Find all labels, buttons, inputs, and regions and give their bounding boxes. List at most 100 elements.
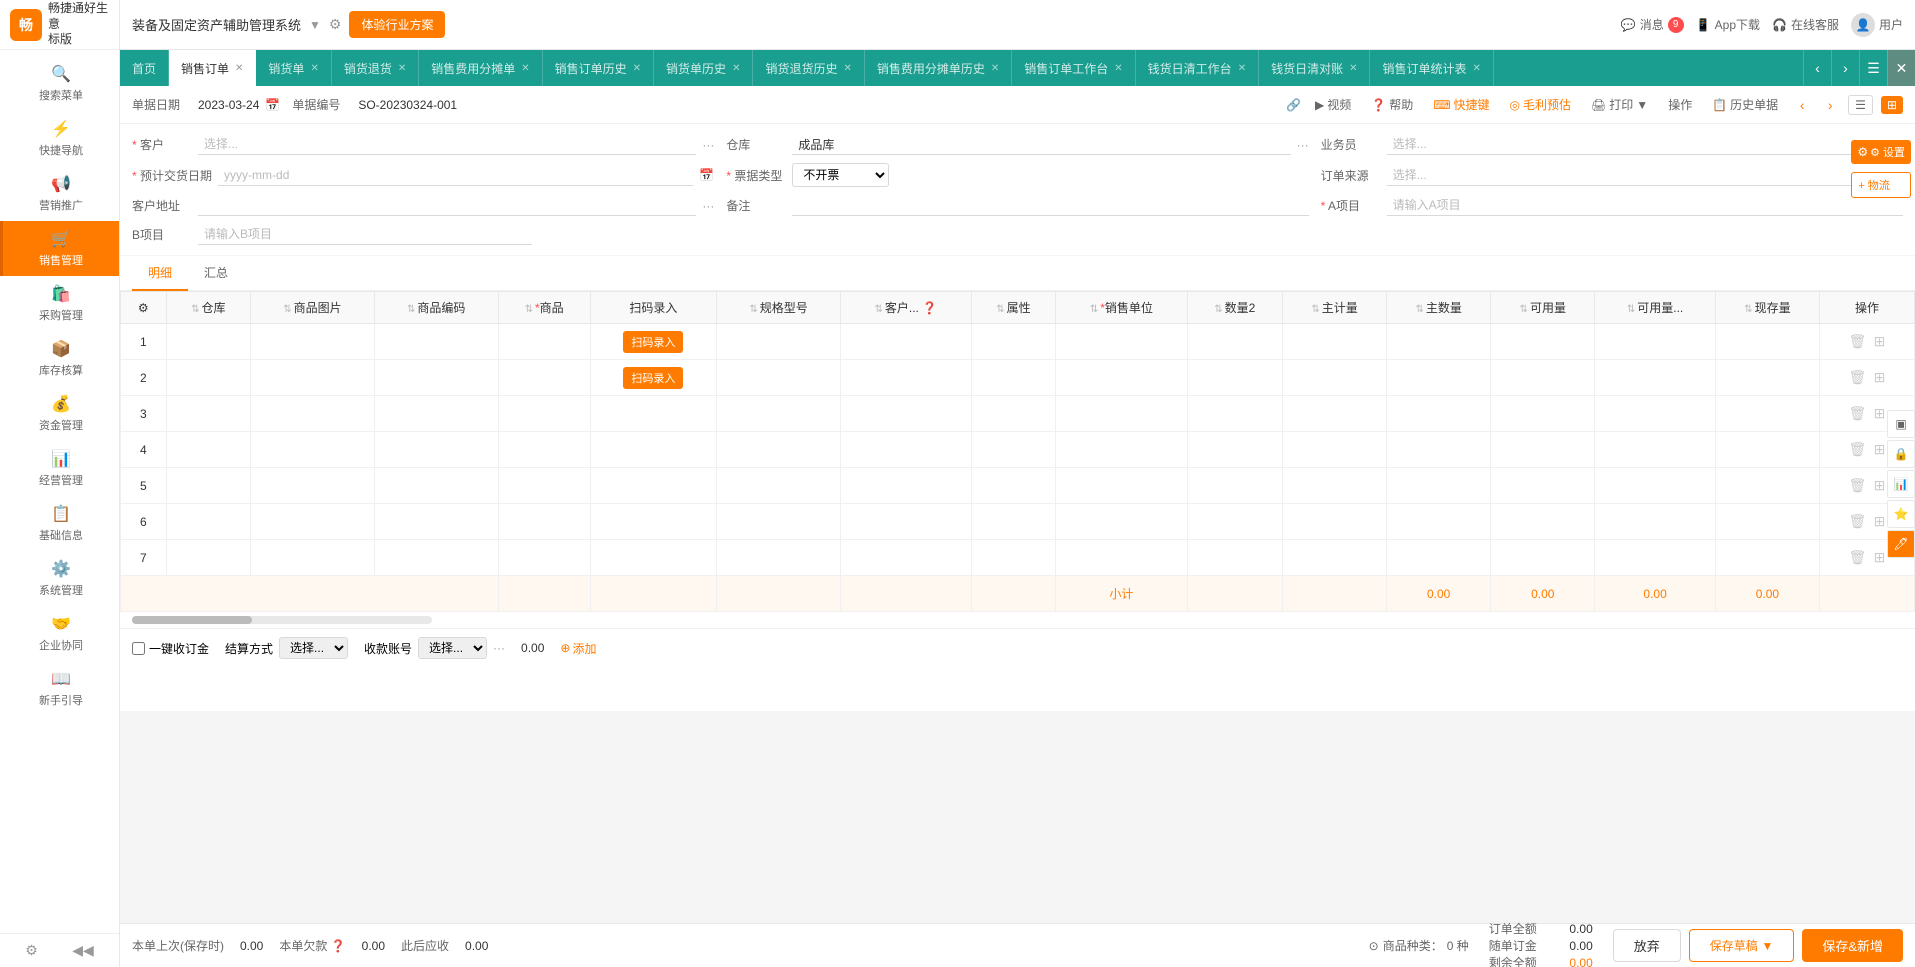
tab-sales-order-close[interactable]: ✕ (235, 63, 243, 74)
row-2-delete-btn[interactable]: 🗑 (1849, 369, 1867, 385)
row-2-available2[interactable] (1595, 360, 1716, 396)
row-1-scan[interactable]: 扫码录入 (590, 324, 716, 360)
row-1-attribute[interactable] (971, 324, 1055, 360)
col-sort[interactable]: ⇅ (191, 304, 199, 315)
settings-icon[interactable]: ⚙ (329, 16, 342, 33)
row-1-warehouse[interactable] (166, 324, 250, 360)
row-1-cust-code[interactable] (840, 324, 971, 360)
col-sort-av[interactable]: ⇅ (1520, 304, 1528, 315)
tab-stats-close[interactable]: ✕ (1473, 63, 1481, 74)
tab-return-close[interactable]: ✕ (398, 63, 406, 74)
message-item[interactable]: 💬 消息 9 (1621, 16, 1684, 33)
row-2-available[interactable] (1491, 360, 1595, 396)
tab-expense-close[interactable]: ✕ (521, 63, 529, 74)
sidebar-item-sales[interactable]: 🛒 销售管理 (0, 221, 119, 276)
table-settings-icon[interactable]: ⚙ (138, 301, 149, 315)
grid-view-btn[interactable]: ⊞ (1881, 96, 1903, 114)
tabs-close-btn[interactable]: ✕ (1887, 50, 1915, 86)
app-download-item[interactable]: 📱 App下载 (1696, 16, 1760, 33)
row-7-copy-btn[interactable]: ⊞ (1874, 549, 1886, 565)
customer-ellipsis[interactable]: ··· (702, 138, 714, 152)
tab-sales-close[interactable]: ✕ (310, 63, 318, 74)
addr-ellipsis[interactable]: ··· (702, 199, 714, 213)
tabs-menu-btn[interactable]: ☰ (1859, 50, 1887, 86)
sidebar-item-marketing[interactable]: 📢 营销推广 (0, 166, 119, 221)
tab-return-history[interactable]: 销货退货历史 ✕ (753, 50, 864, 86)
warehouse-ellipsis[interactable]: ··· (1297, 138, 1309, 152)
delivery-input[interactable] (218, 165, 693, 186)
sidebar-item-finance[interactable]: 💰 资金管理 (0, 386, 119, 441)
col-sort-unit[interactable]: ⇅ (1090, 304, 1098, 315)
row-3-delete-btn[interactable]: 🗑 (1849, 405, 1867, 421)
scan-button[interactable]: 扫码录入 (623, 331, 683, 353)
col-sort-code[interactable]: ⇅ (407, 304, 415, 315)
sidebar-item-quick[interactable]: ⚡ 快捷导航 (0, 111, 119, 166)
next-record-btn[interactable]: › (1820, 95, 1840, 115)
row-1-image[interactable] (250, 324, 374, 360)
sidebar-item-enterprise[interactable]: 🤝 企业协同 (0, 606, 119, 661)
col-sort-cur[interactable]: ⇅ (1744, 304, 1752, 315)
invoice-select[interactable]: 不开票 普通发票 专用发票 (792, 163, 889, 187)
addr-input[interactable] (198, 195, 696, 216)
warehouse-input[interactable] (792, 134, 1290, 155)
sidebar-item-inventory[interactable]: 📦 库存核算 (0, 331, 119, 386)
tab-sales-return[interactable]: 销货退货 ✕ (332, 50, 419, 86)
sidebar-item-operations[interactable]: 📊 经营管理 (0, 441, 119, 496)
row-2-copy-btn[interactable]: ⊞ (1874, 369, 1886, 385)
collapse-btn[interactable]: ◀◀ (72, 942, 94, 959)
row-6-copy-btn[interactable]: ⊞ (1874, 513, 1886, 529)
operate-btn[interactable]: 操作 (1662, 94, 1698, 115)
tab-summary[interactable]: 汇总 (188, 256, 244, 291)
tab-expense-history[interactable]: 销售费用分摊单历史 ✕ (865, 50, 1012, 86)
calendar-icon[interactable]: 📅 (265, 98, 280, 112)
add-btn[interactable]: ⊕ 添加 (560, 640, 596, 657)
row-2-main-unit[interactable] (1282, 360, 1386, 396)
float-btn-1[interactable]: ▣ (1887, 410, 1915, 438)
col-settings[interactable]: ⚙ (121, 292, 167, 324)
row-1-product[interactable] (498, 324, 590, 360)
tab-order-hist-close[interactable]: ✕ (633, 63, 641, 74)
col-sort-attr[interactable]: ⇅ (996, 304, 1004, 315)
help-btn[interactable]: ❓ 帮助 (1365, 94, 1419, 115)
history-btn[interactable]: 📋 历史单据 (1706, 94, 1784, 115)
setting-side-btn[interactable]: ⚙ ⚙ 设置 (1851, 140, 1911, 164)
account-ellipsis[interactable]: ··· (493, 641, 505, 655)
row-2-qty2[interactable] (1187, 360, 1282, 396)
row-1-current[interactable] (1715, 324, 1819, 360)
material-side-btn[interactable]: + 物流 (1851, 172, 1911, 198)
b-project-input[interactable] (198, 224, 532, 245)
row-1-qty2[interactable] (1187, 324, 1282, 360)
row-6-delete-btn[interactable]: 🗑 (1849, 513, 1867, 529)
row-5-copy-btn[interactable]: ⊞ (1874, 477, 1886, 493)
tab-cash-workbench[interactable]: 钱货日清工作台 ✕ (1136, 50, 1259, 86)
tab-expense-split[interactable]: 销售费用分摊单 ✕ (419, 50, 542, 86)
industry-btn[interactable]: 体验行业方案 (349, 11, 445, 38)
tab-sales-order[interactable]: 销售订单 ✕ (169, 50, 256, 86)
tab-sales-hist-close[interactable]: ✕ (732, 63, 740, 74)
row-2-current[interactable] (1715, 360, 1819, 396)
row-2-main-qty[interactable] (1387, 360, 1491, 396)
quick-settle-checkbox[interactable] (132, 642, 145, 655)
sidebar-item-purchase[interactable]: 🛍️ 采购管理 (0, 276, 119, 331)
settings-bottom-btn[interactable]: ⚙ (25, 942, 38, 959)
tabs-next-btn[interactable]: › (1831, 50, 1859, 86)
shortcuts-btn[interactable]: ⌨ 快捷键 (1427, 94, 1495, 115)
row-2-warehouse[interactable] (166, 360, 250, 396)
col-sort-img[interactable]: ⇅ (283, 304, 291, 315)
col-sort-mq[interactable]: ⇅ (1415, 304, 1423, 315)
profit-btn[interactable]: ◎ 毛利预估 (1504, 94, 1578, 115)
row-3-copy-btn[interactable]: ⊞ (1874, 405, 1886, 421)
row-4-delete-btn[interactable]: 🗑 (1849, 441, 1867, 457)
col-sort-cust[interactable]: ⇅ (874, 304, 882, 315)
tab-order-wb-close[interactable]: ✕ (1114, 63, 1122, 74)
save-btn[interactable]: 保存&新增 (1802, 929, 1903, 962)
tab-sales[interactable]: 销货单 ✕ (256, 50, 331, 86)
tab-cash-reconcile[interactable]: 钱货日清对账 ✕ (1259, 50, 1370, 86)
scan-button[interactable]: 扫码录入 (623, 367, 683, 389)
col-sort-prod[interactable]: ⇅ (525, 304, 533, 315)
col-sort-mu[interactable]: ⇅ (1311, 304, 1319, 315)
view-btn[interactable]: ▶ 视频 (1309, 94, 1357, 115)
account-select[interactable]: 选择... (418, 637, 487, 659)
tab-order-history[interactable]: 销售订单历史 ✕ (543, 50, 654, 86)
tab-cash-wb-close[interactable]: ✕ (1238, 63, 1246, 74)
